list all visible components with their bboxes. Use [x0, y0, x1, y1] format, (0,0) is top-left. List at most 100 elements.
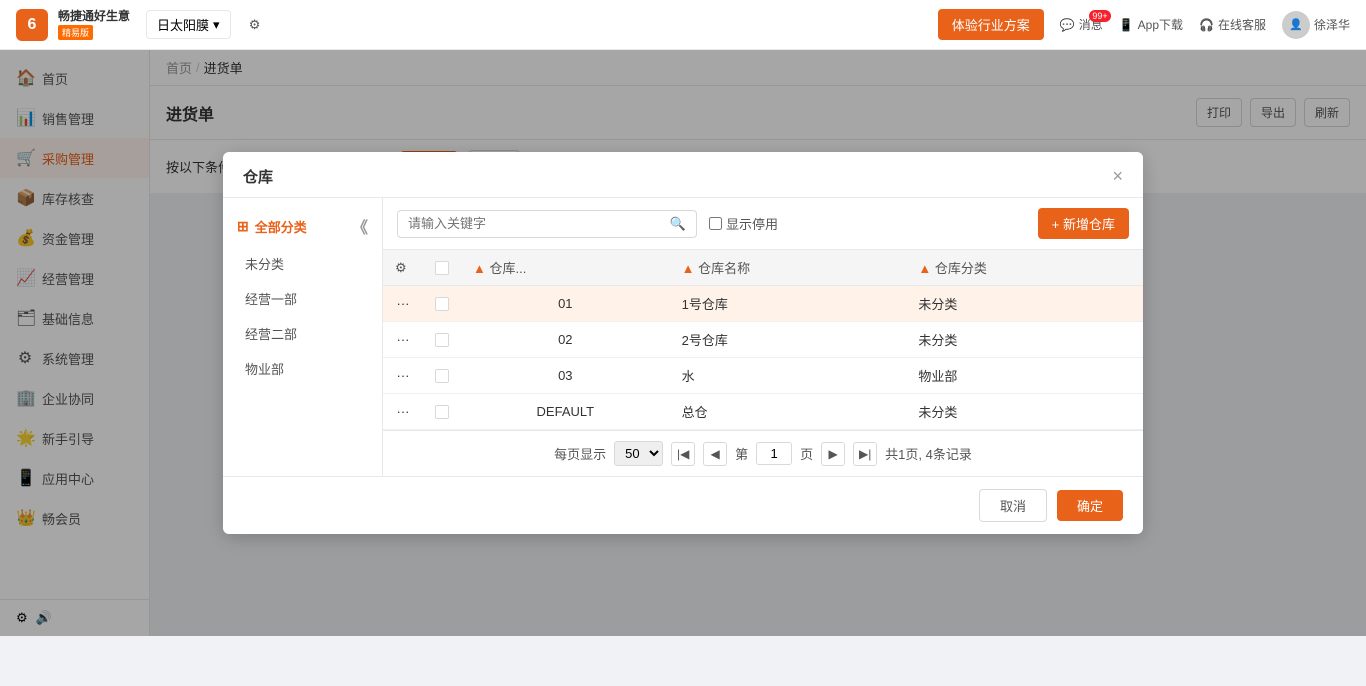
service-icon: 🎧: [1199, 18, 1214, 32]
row-code-2: 03: [461, 358, 670, 394]
collapse-icon[interactable]: 《: [352, 214, 368, 238]
cancel-button[interactable]: 取消: [979, 489, 1047, 522]
category-all[interactable]: ⊞ 全部分类 《: [223, 206, 382, 246]
page-label: 第: [735, 444, 748, 463]
row-cb-2[interactable]: [435, 369, 449, 383]
category-item-2[interactable]: 经营二部: [223, 316, 382, 351]
modal-body: ⊞ 全部分类 《 未分类经营一部经营二部物业部 🔍 显示停用: [223, 198, 1143, 476]
grid-icon: ⊞: [237, 218, 249, 235]
warehouse-table: ⚙ ▲ 仓库... ▲: [383, 250, 1143, 430]
row-checkbox-0[interactable]: [423, 286, 461, 322]
search-icon: 🔍: [670, 216, 686, 232]
category-sidebar: ⊞ 全部分类 《 未分类经营一部经营二部物业部: [223, 198, 383, 476]
brand-logo: 6 畅捷通好生意 精易版: [16, 9, 136, 41]
row-code-3: DEFAULT: [461, 394, 670, 430]
row-cb-3[interactable]: [435, 405, 449, 419]
row-name-3: 总仓: [670, 394, 907, 430]
row-name-2: 水: [670, 358, 907, 394]
show-disabled-label: 显示停用: [726, 214, 778, 233]
app-label: App下载: [1138, 16, 1183, 33]
row-more-0[interactable]: ···: [383, 286, 423, 322]
table-row[interactable]: ··· 01 1号仓库 未分类: [383, 286, 1143, 322]
search-input[interactable]: [408, 216, 664, 231]
show-disabled-wrap: 显示停用: [709, 214, 778, 233]
store-name: 日太阳膜: [157, 15, 209, 34]
page-last-button[interactable]: ▶|: [853, 442, 877, 466]
per-page-select[interactable]: 50: [614, 441, 663, 466]
page-prev-button[interactable]: ◀: [703, 442, 727, 466]
th-type: ▲ 仓库分类: [906, 250, 1143, 286]
category-item-0[interactable]: 未分类: [223, 246, 382, 281]
messages-badge: 99+: [1089, 10, 1110, 22]
avatar: 👤: [1282, 11, 1310, 39]
header-actions: 体验行业方案 💬 消息 99+ 📱 App下载 🎧 在线客服 👤 徐泽华: [938, 9, 1350, 40]
gear-button[interactable]: ⚙: [241, 11, 269, 39]
row-name-1: 2号仓库: [670, 322, 907, 358]
page-unit: 页: [800, 444, 813, 463]
per-page-label: 每页显示: [554, 444, 606, 463]
page-first-button[interactable]: |◀: [671, 442, 695, 466]
username: 徐泽华: [1314, 16, 1350, 33]
row-more-3[interactable]: ···: [383, 394, 423, 430]
category-all-label: 全部分类: [255, 217, 307, 236]
row-more-2[interactable]: ···: [383, 358, 423, 394]
top-header: 6 畅捷通好生意 精易版 日太阳膜 ▾ ⚙ 体验行业方案 💬 消息 99+ 📱 …: [0, 0, 1366, 50]
table-head: ⚙ ▲ 仓库... ▲: [383, 250, 1143, 286]
th-checkbox: [423, 250, 461, 286]
th-gear: ⚙: [383, 250, 423, 286]
row-cb-1[interactable]: [435, 333, 449, 347]
row-checkbox-2[interactable]: [423, 358, 461, 394]
gear-icon: ⚙: [395, 260, 407, 275]
row-type-2: 物业部: [906, 358, 1143, 394]
store-dropdown-icon: ▾: [213, 17, 220, 33]
table-row[interactable]: ··· DEFAULT 总仓 未分类: [383, 394, 1143, 430]
table-area: 🔍 显示停用 + 新增仓库 ⚙: [383, 198, 1143, 476]
service-label: 在线客服: [1218, 16, 1266, 33]
row-checkbox-1[interactable]: [423, 322, 461, 358]
row-code-1: 02: [461, 322, 670, 358]
category-items: 未分类经营一部经营二部物业部: [223, 246, 382, 386]
modal-overlay: 仓库 × ⊞ 全部分类 《 未分类经营一部经营二部物业部 �: [0, 50, 1366, 636]
warehouse-modal: 仓库 × ⊞ 全部分类 《 未分类经营一部经营二部物业部 �: [223, 152, 1143, 534]
category-item-3[interactable]: 物业部: [223, 351, 382, 386]
search-input-wrap: 🔍: [397, 210, 697, 238]
table-row[interactable]: ··· 02 2号仓库 未分类: [383, 322, 1143, 358]
pagination-bar: 每页显示 50 |◀ ◀ 第 页 ▶ ▶| 共1页, 4条记录: [383, 430, 1143, 476]
row-checkbox-3[interactable]: [423, 394, 461, 430]
trial-button[interactable]: 体验行业方案: [938, 9, 1044, 40]
brand-badge: 精易版: [58, 25, 93, 40]
table-body: ··· 01 1号仓库 未分类 ··· 02 2号仓库 未分类 ··· 03 水…: [383, 286, 1143, 430]
brand-icon: 6: [16, 9, 48, 41]
th-name: ▲ 仓库名称: [670, 250, 907, 286]
app-download-button[interactable]: 📱 App下载: [1119, 16, 1183, 33]
row-type-3: 未分类: [906, 394, 1143, 430]
modal-close-button[interactable]: ×: [1112, 166, 1123, 187]
modal-title: 仓库: [243, 166, 273, 187]
row-name-0: 1号仓库: [670, 286, 907, 322]
total-label: 共1页, 4条记录: [885, 444, 972, 463]
store-selector[interactable]: 日太阳膜 ▾: [146, 10, 231, 39]
row-cb-0[interactable]: [435, 297, 449, 311]
brand-name: 畅捷通好生意: [58, 9, 130, 23]
show-disabled-checkbox[interactable]: [709, 217, 722, 230]
modal-footer: 取消 确定: [223, 476, 1143, 534]
messages-button[interactable]: 💬 消息 99+: [1060, 16, 1103, 33]
table-row[interactable]: ··· 03 水 物业部: [383, 358, 1143, 394]
row-type-0: 未分类: [906, 286, 1143, 322]
table-scroll[interactable]: ⚙ ▲ 仓库... ▲: [383, 250, 1143, 430]
select-all-checkbox[interactable]: [435, 261, 449, 275]
new-warehouse-button[interactable]: + 新增仓库: [1038, 208, 1129, 239]
table-toolbar: 🔍 显示停用 + 新增仓库: [383, 198, 1143, 250]
modal-header: 仓库 ×: [223, 152, 1143, 198]
th-code: ▲ 仓库...: [461, 250, 670, 286]
messages-icon: 💬: [1060, 18, 1075, 32]
row-type-1: 未分类: [906, 322, 1143, 358]
confirm-button[interactable]: 确定: [1057, 490, 1123, 521]
row-more-1[interactable]: ···: [383, 322, 423, 358]
category-item-1[interactable]: 经营一部: [223, 281, 382, 316]
customer-service-button[interactable]: 🎧 在线客服: [1199, 16, 1266, 33]
page-next-button[interactable]: ▶: [821, 442, 845, 466]
app-icon: 📱: [1119, 18, 1134, 32]
page-input[interactable]: [756, 442, 792, 465]
user-profile-button[interactable]: 👤 徐泽华: [1282, 11, 1350, 39]
